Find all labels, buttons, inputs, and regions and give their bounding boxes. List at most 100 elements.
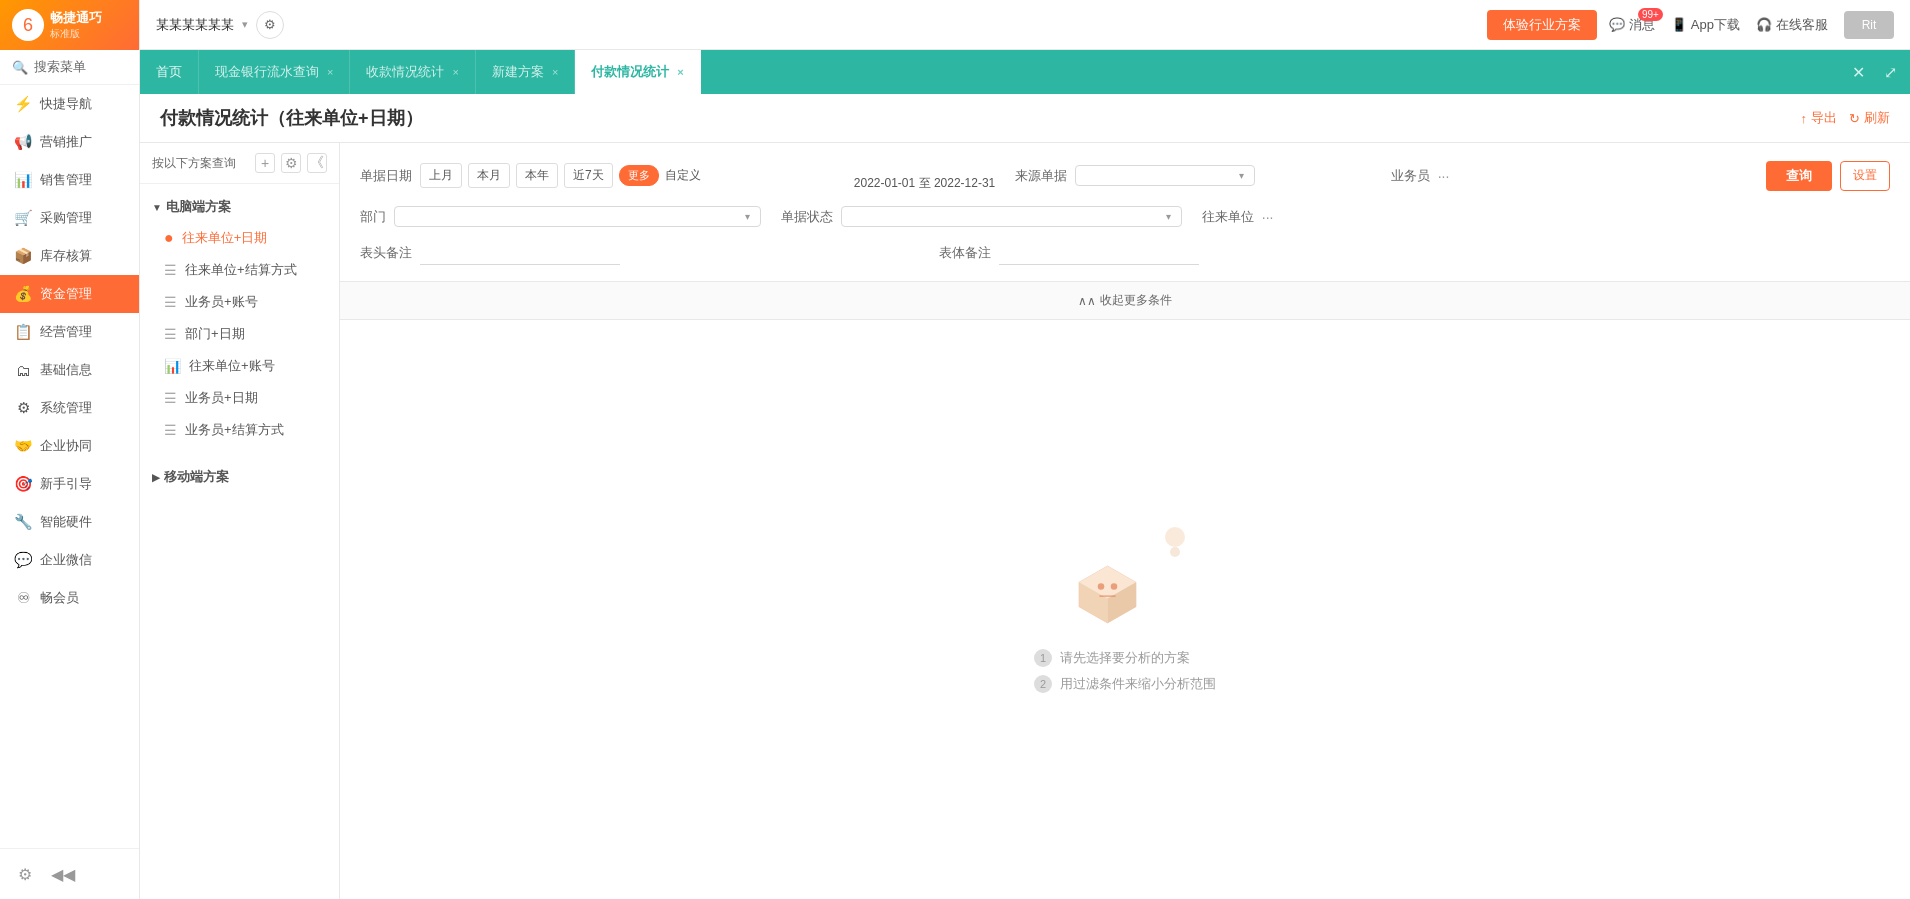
date-this-year[interactable]: 本年 (516, 163, 558, 188)
dept-select[interactable]: ▾ (394, 206, 761, 227)
query-btn[interactable]: 查询 (1766, 161, 1832, 191)
source-select-arrow: ▾ (1239, 170, 1244, 181)
sidebar-item-label: 销售管理 (40, 171, 92, 189)
chevron-right-icon: ▶ (152, 472, 160, 483)
sidebar-item-basic[interactable]: 🗂 基础信息 (0, 351, 139, 389)
topbar-app-download[interactable]: 📱 App下载 (1671, 16, 1740, 34)
sidebar-item-label: 库存核算 (40, 247, 92, 265)
sidebar-item-guide[interactable]: 🎯 新手引导 (0, 465, 139, 503)
empty-hint-2: 2 用过滤条件来缩小分析范围 (1034, 675, 1216, 693)
sidebar-item-finance[interactable]: 💰 资金管理 (0, 275, 139, 313)
sidebar-settings-btn[interactable]: ⚙ (10, 859, 40, 889)
topbar-avatar[interactable]: Rit (1844, 11, 1894, 39)
content-area: 按以下方案查询 + ⚙ 《 ▼ 电脑端方案 ● (140, 143, 1910, 899)
basic-icon: 🗂 (14, 361, 32, 379)
table-body-note-field: 表体备注 (939, 241, 1498, 265)
mobile-section-label: 移动端方案 (164, 468, 229, 486)
sidebar-search[interactable]: 🔍 搜索菜单 (0, 50, 139, 85)
sidebar-item-hardware[interactable]: 🔧 智能硬件 (0, 503, 139, 541)
date-custom-label[interactable]: 自定义 (665, 167, 701, 184)
topbar-dropdown-arrow[interactable]: ▾ (242, 18, 248, 31)
tab-new-scheme[interactable]: 新建方案 × (476, 50, 575, 94)
tab-home[interactable]: 首页 (140, 50, 199, 94)
scheme-item-partner-account[interactable]: 📊 往来单位+账号 (140, 350, 339, 382)
staff-ellipsis[interactable]: ··· (1438, 168, 1450, 184)
tab-payment-stat-close[interactable]: × (677, 66, 683, 78)
scheme-item-label: 往来单位+日期 (182, 229, 268, 247)
hint-text-2: 用过滤条件来缩小分析范围 (1060, 675, 1216, 693)
sidebar-item-operation[interactable]: 📋 经营管理 (0, 313, 139, 351)
dept-select-arrow: ▾ (745, 211, 750, 222)
date-this-month[interactable]: 本月 (468, 163, 510, 188)
scheme-panel: 按以下方案查询 + ⚙ 《 ▼ 电脑端方案 ● (140, 143, 340, 899)
table-header-note-input[interactable] (420, 241, 620, 265)
sidebar-item-system[interactable]: ⚙ 系统管理 (0, 389, 139, 427)
sidebar-item-label: 采购管理 (40, 209, 92, 227)
topbar-info: 某某某某某某 ▾ ⚙ (156, 11, 1475, 39)
page-header-actions: ↑ 导出 ↻ 刷新 (1801, 109, 1891, 127)
topbar-company: 某某某某某某 (156, 16, 234, 34)
topbar-online-service[interactable]: 🎧 在线客服 (1756, 16, 1828, 34)
scheme-item-partner-date[interactable]: ● 往来单位+日期 (140, 222, 339, 254)
date-last-month[interactable]: 上月 (420, 163, 462, 188)
scheme-item-partner-settle[interactable]: ☰ 往来单位+结算方式 (140, 254, 339, 286)
tab-bank-flow-close[interactable]: × (327, 66, 333, 78)
sidebar-item-inventory[interactable]: 📦 库存核算 (0, 237, 139, 275)
logo-text-wrap: 畅捷通巧 标准版 (50, 9, 102, 41)
filter-settings-btn[interactable]: 设置 (1840, 161, 1890, 191)
refresh-btn[interactable]: ↻ 刷新 (1849, 109, 1890, 127)
sidebar-item-enterprise[interactable]: 🤝 企业协同 (0, 427, 139, 465)
partner-label: 往来单位 (1202, 208, 1254, 226)
date-last-7days[interactable]: 近7天 (564, 163, 613, 188)
topbar-messages[interactable]: 💬 消息 99+ (1609, 16, 1655, 34)
tab-receivable-close[interactable]: × (452, 66, 458, 78)
chevron-up-icon: ∧∧ (1078, 294, 1096, 308)
messages-badge: 99+ (1638, 8, 1663, 21)
collapse-bar[interactable]: ∧∧ 收起更多条件 (340, 282, 1910, 320)
desktop-scheme-section-title[interactable]: ▼ 电脑端方案 (140, 192, 339, 222)
scheme-item-staff-account[interactable]: ☰ 业务员+账号 (140, 286, 339, 318)
scheme-collapse-btn[interactable]: 《 (307, 153, 327, 173)
sidebar-item-purchase[interactable]: 🛒 采购管理 (0, 199, 139, 237)
scheme-item-label: 部门+日期 (185, 325, 245, 343)
tab-payment-stat[interactable]: 付款情况统计 × (575, 50, 700, 94)
hardware-icon: 🔧 (14, 513, 32, 531)
scheme-add-btn[interactable]: + (255, 153, 275, 173)
voucher-status-select[interactable]: ▾ (841, 206, 1182, 227)
logo-icon: 6 (12, 9, 44, 41)
tab-bank-flow[interactable]: 现金银行流水查询 × (199, 50, 350, 94)
scheme-item-staff-settle[interactable]: ☰ 业务员+结算方式 (140, 414, 339, 446)
tabs-right-actions: ✕ ⤢ (1838, 50, 1910, 94)
sidebar-item-vip[interactable]: ♾ 畅会员 (0, 579, 139, 617)
table-header-note-field: 表头备注 (360, 241, 919, 265)
filter-panel: 单据日期 上月 本月 本年 近7天 更多 自定义 2022-01-01 至 20… (340, 143, 1910, 899)
table-body-note-input[interactable] (999, 241, 1199, 265)
operation-icon: 📋 (14, 323, 32, 341)
date-options: 上月 本月 本年 近7天 更多 自定义 (420, 163, 701, 188)
date-more-btn[interactable]: 更多 (619, 165, 659, 186)
mobile-scheme-section-title[interactable]: ▶ 移动端方案 (140, 462, 339, 492)
scheme-settings-btn[interactable]: ⚙ (281, 153, 301, 173)
partner-ellipsis[interactable]: ··· (1262, 209, 1274, 225)
industry-btn[interactable]: 体验行业方案 (1487, 10, 1597, 40)
source-select[interactable]: ▾ (1075, 165, 1255, 186)
sidebar-item-label: 营销推广 (40, 133, 92, 151)
purchase-icon: 🛒 (14, 209, 32, 227)
tab-close-all-btn[interactable]: ✕ (1846, 60, 1870, 84)
export-btn[interactable]: ↑ 导出 (1801, 109, 1838, 127)
tab-receivable[interactable]: 收款情况统计 × (350, 50, 475, 94)
tab-new-scheme-close[interactable]: × (552, 66, 558, 78)
search-label: 搜索菜单 (34, 58, 86, 76)
sidebar-item-wechat[interactable]: 💬 企业微信 (0, 541, 139, 579)
scheme-item-staff-date[interactable]: ☰ 业务员+日期 (140, 382, 339, 414)
scheme-item-dept-date[interactable]: ☰ 部门+日期 (140, 318, 339, 350)
marketing-icon: 📢 (14, 133, 32, 151)
sidebar-item-sales[interactable]: 📊 销售管理 (0, 161, 139, 199)
sidebar-collapse-btn[interactable]: ◀◀ (48, 859, 78, 889)
topbar-settings-btn[interactable]: ⚙ (256, 11, 284, 39)
tab-expand-btn[interactable]: ⤢ (1878, 60, 1902, 84)
sidebar-item-marketing[interactable]: 📢 营销推广 (0, 123, 139, 161)
sidebar-item-quick-nav[interactable]: ⚡ 快捷导航 (0, 85, 139, 123)
empty-hint-1: 1 请先选择要分析的方案 (1034, 649, 1216, 667)
sidebar-item-label: 经营管理 (40, 323, 92, 341)
